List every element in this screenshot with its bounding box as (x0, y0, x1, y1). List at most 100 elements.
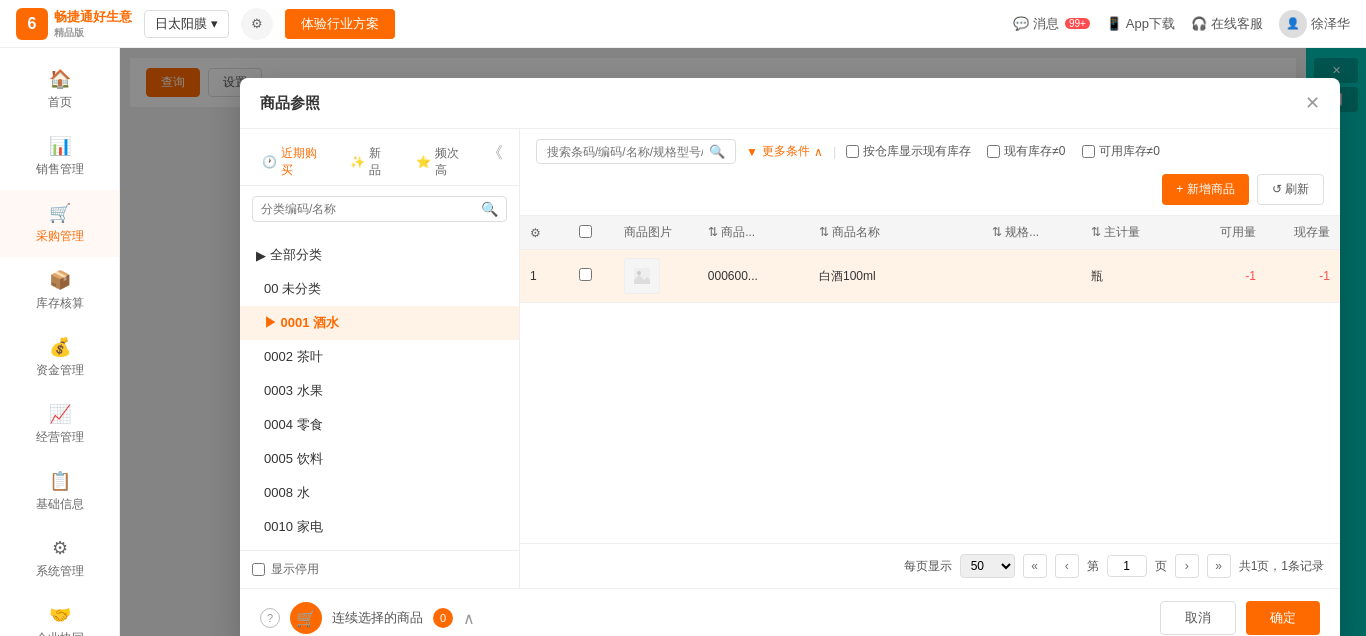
toolbar-right-buttons: + 新增商品 ↺ 刷新 (1162, 174, 1324, 205)
cell-code: 000600... (698, 250, 809, 303)
cell-image (614, 250, 698, 303)
category-search-icon[interactable]: 🔍 (481, 201, 498, 217)
row-checkbox[interactable] (579, 268, 592, 281)
cell-spec (982, 250, 1081, 303)
checkbox-current-stock[interactable]: 现有库存≠0 (987, 143, 1065, 160)
sidebar-item-purchase[interactable]: 🛒 采购管理 (0, 190, 119, 257)
category-list: ▶ 全部分类 00 未分类 ▶ 0001 酒水 0002 茶叶 (240, 232, 519, 550)
cat-item-tea[interactable]: 0002 茶叶 (240, 340, 519, 374)
th-image: 商品图片 (614, 216, 698, 250)
cell-name: 白酒100ml (809, 250, 982, 303)
next-page-button[interactable]: › (1175, 554, 1199, 578)
chevron-up-icon: ∧ (814, 145, 823, 159)
collab-icon: 🤝 (49, 604, 71, 626)
purchase-icon: 🛒 (49, 202, 71, 224)
add-product-button[interactable]: + 新增商品 (1162, 174, 1248, 205)
sidebar-item-system[interactable]: ⚙ 系统管理 (0, 525, 119, 592)
star-icon: ⭐ (416, 155, 431, 169)
th-name[interactable]: ⇅ 商品名称 (809, 216, 982, 250)
logo-icon: 6 (16, 8, 48, 40)
system-icon: ⚙ (52, 537, 68, 559)
page-number-input[interactable] (1107, 555, 1147, 577)
help-icon[interactable]: ? (260, 608, 280, 628)
sidebar-item-sales[interactable]: 📊 销售管理 (0, 123, 119, 190)
table-body: 1 000600... 白酒100ml (520, 250, 1340, 303)
display-disabled-checkbox[interactable] (252, 563, 265, 576)
per-page-select[interactable]: 50 10 20 100 (960, 554, 1015, 578)
more-filter-button[interactable]: ▼ 更多条件 ∧ (746, 143, 823, 160)
home-icon: 🏠 (49, 68, 71, 90)
sidebar-item-inventory[interactable]: 📦 库存核算 (0, 257, 119, 324)
cat-item-all[interactable]: ▶ 全部分类 (240, 238, 519, 272)
cell-unit: 瓶 (1081, 250, 1167, 303)
gear-button[interactable]: ⚙ (241, 8, 273, 40)
sidebar-item-collab[interactable]: 🤝 企业协同 (0, 592, 119, 636)
footer-right-buttons: 取消 确定 (1160, 601, 1320, 635)
current-stock-checkbox[interactable] (987, 145, 1000, 158)
nav-selector[interactable]: 日太阳膜 ▾ (144, 10, 229, 38)
footer-collapse-icon[interactable]: ∧ (463, 609, 475, 628)
product-table-wrap: ⚙ 商品图片 ⇅ 商品... (520, 216, 1340, 543)
table-row[interactable]: 1 000600... 白酒100ml (520, 250, 1340, 303)
warehouse-stock-checkbox[interactable] (846, 145, 859, 158)
total-records-label: 共1页，1条记录 (1239, 558, 1324, 575)
checkbox-available-stock[interactable]: 可用库存≠0 (1082, 143, 1160, 160)
checkbox-warehouse-stock[interactable]: 按仓库显示现有库存 (846, 143, 971, 160)
sales-icon: 📊 (49, 135, 71, 157)
category-search-input[interactable] (261, 202, 475, 216)
last-page-button[interactable]: » (1207, 554, 1231, 578)
sidebar-item-home[interactable]: 🏠 首页 (0, 56, 119, 123)
app-download-button[interactable]: 📱 App下载 (1106, 15, 1175, 33)
filter-icon: ▼ (746, 145, 758, 159)
refresh-button[interactable]: ↺ 刷新 (1257, 174, 1324, 205)
user-area[interactable]: 👤 徐泽华 (1279, 10, 1350, 38)
cell-stock: -1 (1266, 250, 1340, 303)
select-all-checkbox[interactable] (579, 225, 592, 238)
sidebar-item-finance[interactable]: 💰 资金管理 (0, 324, 119, 391)
cart-icon: 🛒 (290, 602, 322, 634)
filter-separator: | (833, 144, 836, 159)
online-service-button[interactable]: 🎧 在线客服 (1191, 15, 1263, 33)
svg-point-1 (637, 271, 641, 275)
th-unit[interactable]: ⇅ 主计量 (1081, 216, 1167, 250)
left-panel-collapse-button[interactable]: 《 (483, 139, 507, 185)
th-stock: 现存量 (1266, 216, 1340, 250)
th-code[interactable]: ⇅ 商品... (698, 216, 809, 250)
confirm-button[interactable]: 确定 (1246, 601, 1320, 635)
cart-text-label: 连续选择的商品 (332, 609, 423, 627)
logo: 6 畅捷通好生意 精品版 (16, 8, 132, 40)
cat-item-snack[interactable]: 0004 零食 (240, 408, 519, 442)
cancel-button[interactable]: 取消 (1160, 601, 1236, 635)
cat-item-water[interactable]: 0008 水 (240, 476, 519, 510)
tab-high-frequency[interactable]: ⭐ 频次高 (406, 139, 475, 185)
product-table: ⚙ 商品图片 ⇅ 商品... (520, 216, 1340, 303)
table-header: ⚙ 商品图片 ⇅ 商品... (520, 216, 1340, 250)
modal-close-button[interactable]: ✕ (1305, 92, 1320, 114)
cell-available: -1 (1167, 250, 1266, 303)
th-settings: ⚙ (520, 216, 569, 250)
cat-item-liquor[interactable]: ▶ 0001 酒水 (240, 306, 519, 340)
sidebar-item-operations[interactable]: 📈 经营管理 (0, 391, 119, 458)
product-search-icon[interactable]: 🔍 (709, 144, 725, 159)
app-layout: 🏠 首页 📊 销售管理 🛒 采购管理 📦 库存核算 💰 资金管理 📈 经营管理 … (0, 48, 1366, 636)
pagination-area: 每页显示 50 10 20 100 « ‹ 第 页 › » (520, 543, 1340, 588)
sidebar-item-basics[interactable]: 📋 基础信息 (0, 458, 119, 525)
cat-item-beverage[interactable]: 0005 饮料 (240, 442, 519, 476)
app-header: 6 畅捷通好生意 精品版 日太阳膜 ▾ ⚙ 体验行业方案 💬 消息 99+ 📱 … (0, 0, 1366, 48)
cat-item-appliances[interactable]: 0010 家电 (240, 510, 519, 544)
cell-no: 1 (520, 250, 569, 303)
table-toolbar: 🔍 ▼ 更多条件 ∧ | 按仓库显示现有库存 (520, 129, 1340, 216)
cat-item-fruit[interactable]: 0003 水果 (240, 374, 519, 408)
product-search-input[interactable] (547, 145, 703, 159)
main-sidebar: 🏠 首页 📊 销售管理 🛒 采购管理 📦 库存核算 💰 资金管理 📈 经营管理 … (0, 48, 120, 636)
cat-item-unclassified[interactable]: 00 未分类 (240, 272, 519, 306)
messages-button[interactable]: 💬 消息 99+ (1013, 15, 1090, 33)
th-spec[interactable]: ⇅ 规格... (982, 216, 1081, 250)
tab-new-product[interactable]: ✨ 新品 (340, 139, 398, 185)
available-stock-checkbox[interactable] (1082, 145, 1095, 158)
prev-page-button[interactable]: ‹ (1055, 554, 1079, 578)
trial-button[interactable]: 体验行业方案 (285, 9, 395, 39)
first-page-button[interactable]: « (1023, 554, 1047, 578)
tab-recent-purchase[interactable]: 🕐 近期购买 (252, 139, 332, 185)
category-search-box: 🔍 (252, 196, 507, 222)
